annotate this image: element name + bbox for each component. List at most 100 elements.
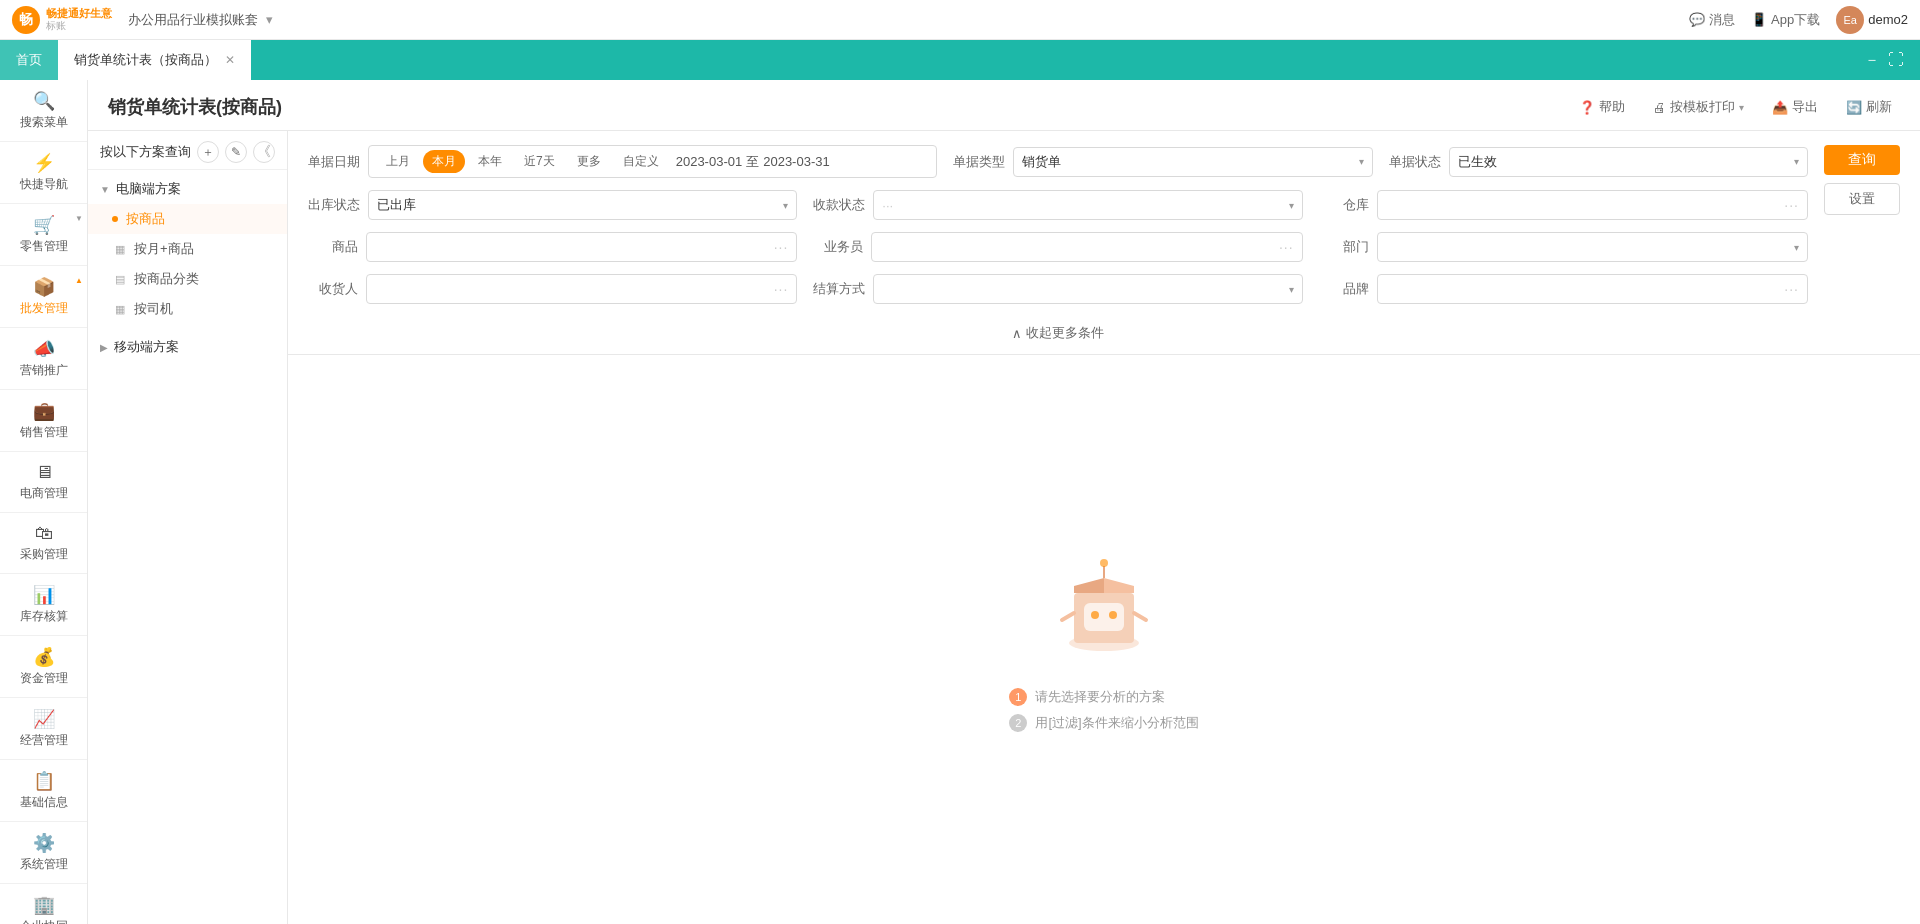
setting-button[interactable]: 设置	[1824, 183, 1900, 215]
scheme-desktop-group: ▼ 电脑端方案 按商品 ▦ 按月+商品 ▤ 按商品分类	[88, 170, 287, 328]
help-icon: ❓	[1579, 100, 1595, 115]
scheme-item-by-category[interactable]: ▤ 按商品分类	[88, 264, 287, 294]
product-control[interactable]: ···	[366, 232, 797, 262]
collapse-scheme-btn[interactable]: 《	[253, 141, 275, 163]
scheme-desktop-group-header[interactable]: ▼ 电脑端方案	[88, 174, 287, 204]
wholesale-icon: 📦	[33, 276, 55, 298]
payment-control[interactable]: ▾	[873, 274, 1302, 304]
logo-icon: 畅	[12, 6, 40, 34]
pill-this-month[interactable]: 本月	[423, 150, 465, 173]
tab-minimize-icon[interactable]: －	[1864, 50, 1880, 71]
scheme-panel-title: 按以下方案查询	[100, 143, 191, 161]
pill-custom[interactable]: 自定义	[614, 150, 668, 173]
ecommerce-icon: 🖥	[35, 462, 53, 483]
warehouse-label: 仓库	[1319, 196, 1369, 214]
brand-control[interactable]: ···	[1377, 274, 1808, 304]
sidebar-item-retail[interactable]: 🛒 零售管理 ▼	[0, 204, 87, 266]
export-btn[interactable]: 📤 导出	[1764, 94, 1826, 120]
print-btn[interactable]: 🖨 按模板打印 ▾	[1645, 94, 1752, 120]
desktop-group-arrow: ▼	[100, 184, 110, 195]
pill-last-month[interactable]: 上月	[377, 150, 419, 173]
tab-close-icon[interactable]: ✕	[225, 53, 235, 67]
tab-maximize-icon[interactable]: ⛶	[1888, 51, 1904, 69]
sidebar-item-wholesale[interactable]: 📦 批发管理 ▲	[0, 266, 87, 328]
filter-salesman-field: 业务员 ···	[813, 232, 1302, 262]
enterprise-icon: 🏢	[33, 894, 55, 916]
user-area[interactable]: Ea demo2	[1836, 6, 1908, 34]
scheme-mobile-group: ▶ 移动端方案	[88, 328, 287, 366]
filter-btn-group: 查询 设置	[1824, 145, 1900, 215]
filter-brand-field: 品牌 ···	[1319, 274, 1808, 304]
query-button[interactable]: 查询	[1824, 145, 1900, 175]
message-btn[interactable]: 💬 消息	[1689, 11, 1735, 29]
out-status-control[interactable]: 已出库 ▾	[368, 190, 797, 220]
sales-mgmt-icon: 💼	[33, 400, 55, 422]
topbar-right: 💬 消息 📱 App下载 Ea demo2	[1689, 6, 1908, 34]
message-icon: 💬	[1689, 12, 1705, 27]
doc-type-label: 单据类型	[953, 153, 1005, 171]
doc-status-control[interactable]: 已生效 ▾	[1449, 147, 1808, 177]
product-dots: ···	[774, 239, 789, 255]
quick-nav-icon: ⚡	[33, 152, 55, 174]
date-control[interactable]: 上月 本月 本年 近7天 更多 自定义	[368, 145, 937, 178]
filter-product-field: 商品 ···	[308, 232, 797, 262]
scheme-mobile-group-header[interactable]: ▶ 移动端方案	[88, 332, 287, 362]
pill-this-year[interactable]: 本年	[469, 150, 511, 173]
warehouse-control[interactable]: ···	[1377, 190, 1808, 220]
doc-type-control[interactable]: 销货单 ▾	[1013, 147, 1372, 177]
add-scheme-btn[interactable]: ＋	[197, 141, 219, 163]
dropdown-arrow[interactable]: ▾	[266, 12, 273, 27]
filter-department-field: 部门 ▾	[1319, 232, 1808, 262]
filter-row-3: 商品 ··· 业务员	[308, 232, 1808, 262]
tab-home[interactable]: 首页	[0, 40, 58, 80]
svg-point-5	[1091, 611, 1099, 619]
sidebar-item-enterprise[interactable]: 🏢 企业协同	[0, 884, 87, 924]
date-to[interactable]: 2023-03-31	[763, 154, 830, 169]
refresh-btn[interactable]: 🔄 刷新	[1838, 94, 1900, 120]
salesman-dots: ···	[1279, 239, 1294, 255]
scheme-item-by-product[interactable]: 按商品	[88, 204, 287, 234]
sidebar-item-operations[interactable]: 📈 经营管理	[0, 698, 87, 760]
date-label: 单据日期	[308, 153, 360, 171]
sidebar-item-inventory[interactable]: 📊 库存核算	[0, 574, 87, 636]
edit-scheme-btn[interactable]: ✎	[225, 141, 247, 163]
filter-out-status-field: 出库状态 已出库 ▾	[308, 190, 797, 220]
doc-type-value: 销货单	[1022, 153, 1061, 171]
item-icon-category: ▤	[112, 271, 128, 287]
consignee-dots: ···	[774, 281, 789, 297]
pill-more[interactable]: 更多	[568, 150, 610, 173]
tab-sales-stat[interactable]: 销货单统计表（按商品） ✕	[58, 40, 251, 80]
logo-area[interactable]: 畅 畅捷通好生意 标账	[12, 6, 112, 34]
pill-last-7[interactable]: 近7天	[515, 150, 564, 173]
print-dropdown-arrow: ▾	[1739, 102, 1744, 113]
retail-arrow: ▼	[75, 214, 83, 223]
sidebar-item-system[interactable]: ⚙️ 系统管理	[0, 822, 87, 884]
active-dot	[112, 216, 118, 222]
receipt-status-control[interactable]: ··· ▾	[873, 190, 1302, 220]
page-title: 销货单统计表(按商品)	[108, 95, 282, 119]
consignee-control[interactable]: ···	[366, 274, 797, 304]
sidebar-item-search[interactable]: 🔍 搜索菜单	[0, 80, 87, 142]
salesman-control[interactable]: ···	[871, 232, 1302, 262]
sidebar-item-marketing[interactable]: 📣 营销推广	[0, 328, 87, 390]
scheme-item-by-printer[interactable]: ▦ 按司机	[88, 294, 287, 324]
brand-label: 品牌	[1319, 280, 1369, 298]
date-from[interactable]: 2023-03-01	[676, 154, 743, 169]
help-btn[interactable]: ❓ 帮助	[1571, 94, 1633, 120]
receipt-status-label: 收款状态	[813, 196, 865, 214]
department-label: 部门	[1319, 238, 1369, 256]
empty-tips: 1 请先选择要分析的方案 2 用[过滤]条件来缩小分析范围	[1009, 688, 1198, 732]
sidebar-item-purchase[interactable]: 🛍 采购管理	[0, 513, 87, 574]
sidebar-item-finance[interactable]: 💰 资金管理	[0, 636, 87, 698]
svg-marker-3	[1104, 578, 1134, 593]
scheme-item-by-month-product[interactable]: ▦ 按月+商品	[88, 234, 287, 264]
sidebar-item-basic-info[interactable]: 📋 基础信息	[0, 760, 87, 822]
sidebar-item-ecommerce[interactable]: 🖥 电商管理	[0, 452, 87, 513]
sidebar-item-quick-nav[interactable]: ⚡ 快捷导航	[0, 142, 87, 204]
sidebar-item-sales-mgmt[interactable]: 💼 销售管理	[0, 390, 87, 452]
department-control[interactable]: ▾	[1377, 232, 1808, 262]
app-download-btn[interactable]: 📱 App下载	[1751, 11, 1820, 29]
collapse-conditions-btn[interactable]: ∧ 收起更多条件	[1012, 324, 1104, 342]
search-icon: 🔍	[33, 90, 55, 112]
tabbar: 首页 销货单统计表（按商品） ✕ － ⛶	[0, 40, 1920, 80]
